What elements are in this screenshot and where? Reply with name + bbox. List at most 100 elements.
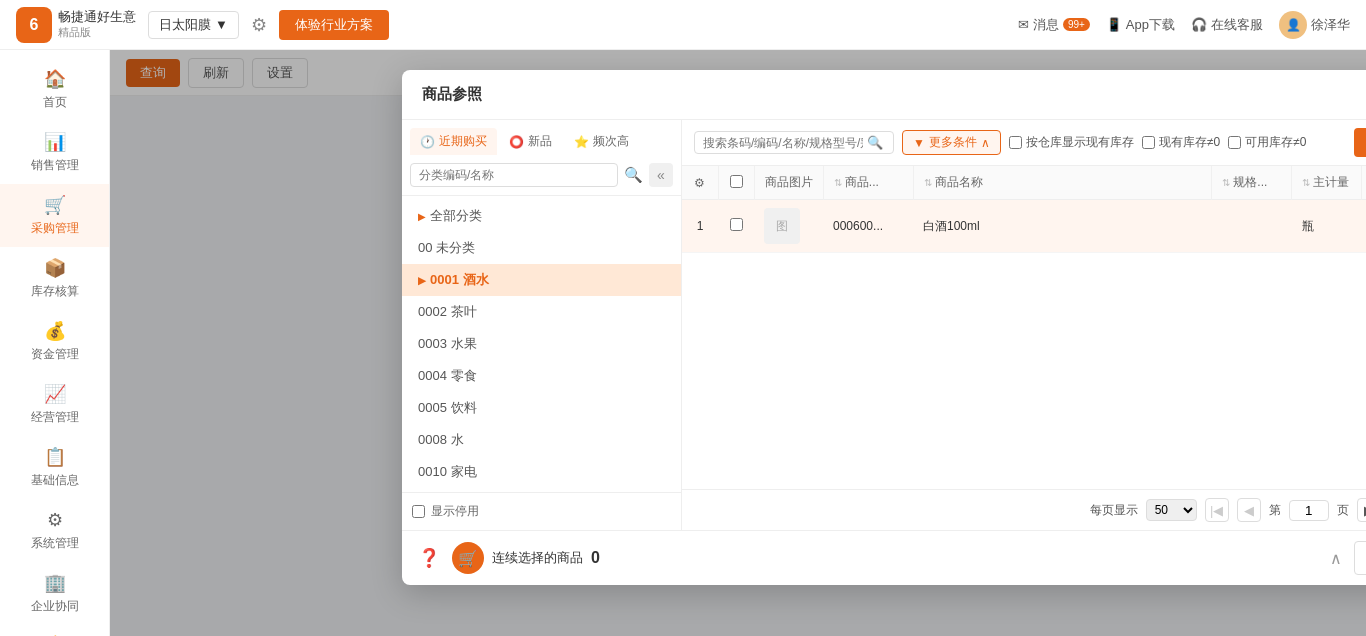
- category-active-arrow: ▶: [418, 275, 426, 286]
- sidebar-item-label: 首页: [43, 94, 67, 111]
- help-button[interactable]: ❓: [418, 547, 440, 569]
- category-item-appliances[interactable]: 0010 家电: [402, 456, 681, 488]
- category-item-liquor[interactable]: ▶ 0001 酒水: [402, 264, 681, 296]
- tab-new-products[interactable]: ⭕ 新品: [499, 128, 562, 155]
- category-item-label: 0004 零食: [418, 367, 477, 385]
- user-menu[interactable]: 👤 徐泽华: [1279, 11, 1350, 39]
- logo-area: 6 畅捷通好生意 精品版: [16, 7, 136, 43]
- sidebar-item-sales[interactable]: 📊 销售管理: [0, 121, 109, 184]
- th-unit[interactable]: ⇅ 主计量: [1292, 166, 1362, 200]
- select-all-checkbox[interactable]: [730, 175, 743, 188]
- category-item-fruit[interactable]: 0003 水果: [402, 328, 681, 360]
- page-label: 第: [1269, 502, 1281, 519]
- sidebar-item-home[interactable]: 🏠 首页: [0, 58, 109, 121]
- per-page-select[interactable]: 50 10 20 100: [1146, 499, 1197, 521]
- category-item-drinks[interactable]: 0005 饮料: [402, 392, 681, 424]
- page-prev-button[interactable]: ◀: [1237, 498, 1261, 522]
- show-disabled-checkbox-label[interactable]: 显示停用: [412, 503, 671, 520]
- app-download-button[interactable]: 📱 App下载: [1106, 16, 1175, 34]
- sidebar-item-purchase[interactable]: 🛒 采购管理: [0, 184, 109, 247]
- table-row[interactable]: 1 图 000600... 白酒100ml 瓶 -1: [682, 200, 1366, 253]
- product-search-input[interactable]: [703, 136, 863, 150]
- page-first-button[interactable]: |◀: [1205, 498, 1229, 522]
- sidebar-item-system[interactable]: ⚙ 系统管理: [0, 499, 109, 562]
- row-checkbox[interactable]: [730, 218, 743, 231]
- page-input[interactable]: [1289, 500, 1329, 521]
- checkbox-stock-ne0[interactable]: [1142, 136, 1155, 149]
- th-check[interactable]: [718, 166, 754, 200]
- nav-selector-label: 日太阳膜: [159, 16, 211, 34]
- checkbox-warehouse-text: 按仓库显示现有库存: [1026, 134, 1134, 151]
- category-item-snacks[interactable]: 0004 零食: [402, 360, 681, 392]
- tab-high-frequency[interactable]: ⭐ 频次高: [564, 128, 639, 155]
- show-disabled-label: 显示停用: [431, 503, 479, 520]
- modal-body: 🕐 近期购买 ⭕ 新品 ⭐ 频次高: [402, 120, 1366, 530]
- product-search-box[interactable]: 🔍: [694, 131, 894, 154]
- collapse-panel-button[interactable]: «: [649, 163, 673, 187]
- content-area: 查询 刷新 设置 商品参照 × 🕐 近期购买: [110, 50, 1366, 636]
- th-img[interactable]: 商品图片: [754, 166, 823, 200]
- basic-info-icon: 📋: [44, 446, 66, 468]
- nav-selector-chevron: ▼: [215, 17, 228, 32]
- logo-sub: 精品版: [58, 25, 136, 40]
- category-item-all[interactable]: ▶ 全部分类: [402, 200, 681, 232]
- main-layout: 🏠 首页 📊 销售管理 🛒 采购管理 📦 库存核算 💰 资金管理 📈 经营管理 …: [0, 50, 1366, 636]
- collapse-cart-button[interactable]: ∧: [1330, 549, 1342, 568]
- app-label: App下载: [1126, 16, 1175, 34]
- modal-footer: ❓ 🛒 连续选择的商品 0 ∧ 取消 确定: [402, 530, 1366, 585]
- category-search-icon[interactable]: 🔍: [624, 166, 643, 184]
- settings-icon[interactable]: ⚙: [251, 14, 267, 36]
- th-name[interactable]: ⇅ 商品名称: [913, 166, 1212, 200]
- sidebar-item-basic-info[interactable]: 📋 基础信息: [0, 436, 109, 499]
- th-code[interactable]: ⇅ 商品...: [823, 166, 913, 200]
- sidebar-item-enterprise[interactable]: 🏢 企业协同: [0, 562, 109, 625]
- td-check[interactable]: [718, 200, 754, 253]
- nav-selector[interactable]: 日太阳膜 ▼: [148, 11, 239, 39]
- phone-icon: 📱: [1106, 17, 1122, 32]
- table-body: 1 图 000600... 白酒100ml 瓶 -1: [682, 200, 1366, 253]
- checkbox-warehouse[interactable]: [1009, 136, 1022, 149]
- online-service-button[interactable]: 🎧 在线客服: [1191, 16, 1263, 34]
- checkbox-warehouse-label[interactable]: 按仓库显示现有库存: [1009, 134, 1134, 151]
- product-table: ⚙ 商品图片 ⇅ 商品...: [682, 166, 1366, 253]
- td-index: 1: [682, 200, 718, 253]
- checkbox-avail-ne0[interactable]: [1228, 136, 1241, 149]
- checkbox-stock-ne0-label[interactable]: 现有库存≠0: [1142, 134, 1220, 151]
- category-list: ▶ 全部分类 00 未分类 ▶ 0001 酒水 0002 茶叶: [402, 196, 681, 492]
- top-nav: 6 畅捷通好生意 精品版 日太阳膜 ▼ ⚙ 体验行业方案 ✉ 消息 99+ 📱 …: [0, 0, 1366, 50]
- sidebar-item-operations[interactable]: 📈 经营管理: [0, 373, 109, 436]
- cta-button[interactable]: 体验行业方案: [279, 10, 389, 40]
- enterprise-icon: 🏢: [44, 572, 66, 594]
- tab-recent-purchase[interactable]: 🕐 近期购买: [410, 128, 497, 155]
- th-spec[interactable]: ⇅ 规格...: [1212, 166, 1292, 200]
- left-panel-search: 🔍 «: [402, 155, 681, 196]
- finance-icon: 💰: [44, 320, 66, 342]
- sidebar-item-guide[interactable]: 🔆 新手引导: [0, 625, 109, 636]
- category-item-unclassified[interactable]: 00 未分类: [402, 232, 681, 264]
- category-item-label: 0003 水果: [418, 335, 477, 353]
- add-product-button[interactable]: + 新增商品: [1354, 128, 1366, 157]
- th-available[interactable]: 可用量: [1362, 166, 1367, 200]
- cart-label: 连续选择的商品: [492, 549, 583, 567]
- filter-button[interactable]: ▼ 更多条件 ∧: [902, 130, 1001, 155]
- cart-count: 0: [591, 549, 600, 567]
- checkbox-avail-ne0-label[interactable]: 可用库存≠0: [1228, 134, 1306, 151]
- sidebar-item-finance[interactable]: 💰 资金管理: [0, 310, 109, 373]
- td-name: 白酒100ml: [913, 200, 1212, 253]
- sidebar-item-inventory[interactable]: 📦 库存核算: [0, 247, 109, 310]
- messages-button[interactable]: ✉ 消息 99+: [1018, 16, 1090, 34]
- category-item-tea[interactable]: 0002 茶叶: [402, 296, 681, 328]
- cancel-button[interactable]: 取消: [1354, 541, 1366, 575]
- table-header: ⚙ 商品图片 ⇅ 商品...: [682, 166, 1366, 200]
- operations-icon: 📈: [44, 383, 66, 405]
- sales-icon: 📊: [44, 131, 66, 153]
- th-settings[interactable]: ⚙: [682, 166, 718, 200]
- messages-badge: 99+: [1063, 18, 1090, 31]
- modal-title: 商品参照: [422, 85, 482, 104]
- th-unit-label: 主计量: [1313, 175, 1349, 189]
- page-next-button[interactable]: ▶: [1357, 498, 1366, 522]
- category-item-water[interactable]: 0008 水: [402, 424, 681, 456]
- category-search-input[interactable]: [410, 163, 618, 187]
- sidebar-item-label: 资金管理: [31, 346, 79, 363]
- show-disabled-checkbox[interactable]: [412, 505, 425, 518]
